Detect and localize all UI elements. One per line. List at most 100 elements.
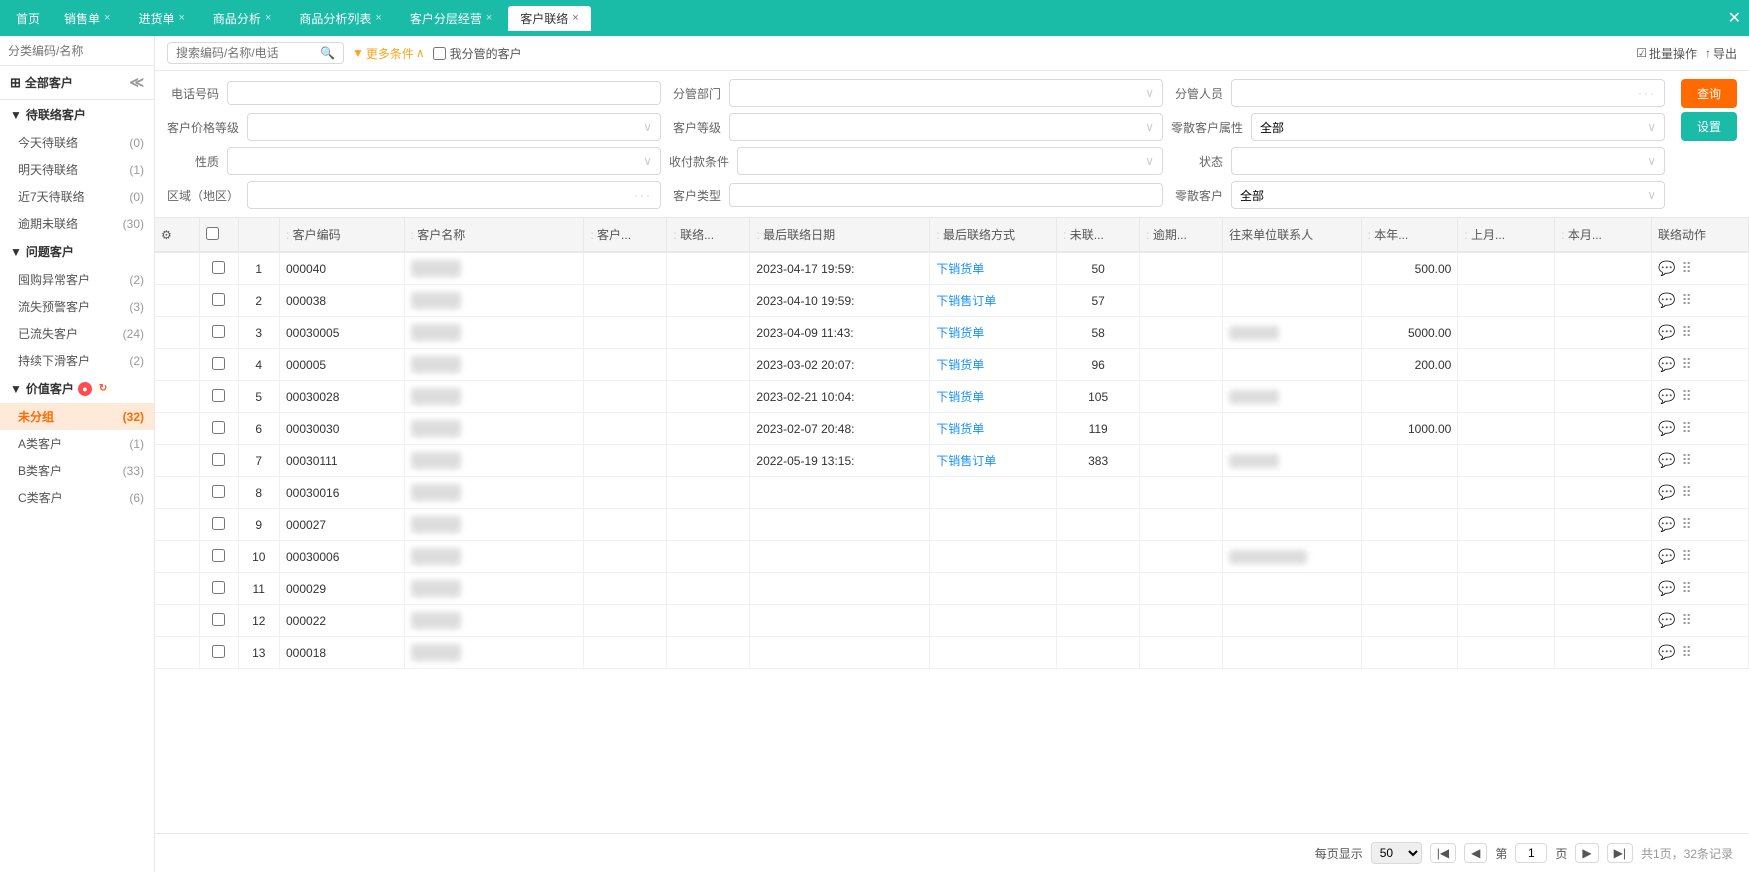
settings-column-header[interactable]: ⚙ bbox=[155, 218, 199, 252]
more-icon[interactable]: ⠿ bbox=[1681, 420, 1691, 437]
price-level-dropdown[interactable]: ∨ bbox=[247, 113, 661, 141]
product-analysis-list-close-icon[interactable]: × bbox=[375, 12, 381, 24]
row-last-method[interactable] bbox=[930, 637, 1057, 669]
sidebar-collapse-icon[interactable]: ≪ bbox=[129, 74, 144, 91]
value-refresh-icon[interactable]: ↻ bbox=[96, 383, 110, 394]
my-customers-check[interactable] bbox=[433, 47, 446, 60]
region-input[interactable]: ··· bbox=[247, 181, 661, 209]
more-icon[interactable]: ⠿ bbox=[1681, 260, 1691, 277]
type-column-header[interactable]: : 客户... bbox=[584, 218, 667, 252]
last-date-column-header[interactable]: : 最后联络日期 bbox=[750, 218, 930, 252]
row-checkbox-cell[interactable] bbox=[199, 285, 238, 317]
overdue-pending-item[interactable]: 逾期未联络 (30) bbox=[0, 210, 154, 237]
global-close-icon[interactable]: ✕ bbox=[1728, 8, 1741, 28]
row-action[interactable]: 💬 ⠿ bbox=[1652, 381, 1749, 413]
code-column-header[interactable]: : 客户编码 bbox=[280, 218, 405, 252]
sales-order-tab[interactable]: 销售单 × bbox=[52, 6, 122, 31]
row-last-method[interactable] bbox=[930, 509, 1057, 541]
tomorrow-pending-item[interactable]: 明天待联络 (1) bbox=[0, 156, 154, 183]
reset-button[interactable]: 设置 bbox=[1681, 112, 1737, 141]
row-checkbox-cell[interactable] bbox=[199, 637, 238, 669]
sidebar-search-input[interactable] bbox=[8, 44, 155, 58]
week-pending-item[interactable]: 近7天待联络 (0) bbox=[0, 183, 154, 210]
row-action[interactable]: 💬 ⠿ bbox=[1652, 252, 1749, 285]
row-checkbox[interactable] bbox=[212, 325, 225, 338]
row-checkbox[interactable] bbox=[212, 549, 225, 562]
checkbox-column-header[interactable] bbox=[199, 218, 238, 252]
name-column-header[interactable]: : 客户名称 bbox=[404, 218, 584, 252]
row-checkbox-cell[interactable] bbox=[199, 477, 238, 509]
main-search-input[interactable] bbox=[176, 46, 316, 60]
row-action[interactable]: 💬 ⠿ bbox=[1652, 541, 1749, 573]
retail-customer-dropdown[interactable]: 全部 ∨ bbox=[1231, 181, 1665, 209]
row-checkbox[interactable] bbox=[212, 613, 225, 626]
purchase-order-tab[interactable]: 进货单 × bbox=[126, 6, 196, 31]
value-customers-section[interactable]: ▼ 价值客户 ● ↻ bbox=[0, 374, 154, 403]
select-all-checkbox[interactable] bbox=[206, 227, 219, 240]
class-b-item[interactable]: B类客户 (33) bbox=[0, 457, 154, 484]
unit-contact-column-header[interactable]: 往来单位联系人 bbox=[1223, 218, 1361, 252]
chat-icon[interactable]: 💬 bbox=[1658, 612, 1675, 629]
row-checkbox-cell[interactable] bbox=[199, 252, 238, 285]
more-icon[interactable]: ⠿ bbox=[1681, 548, 1691, 565]
chat-icon[interactable]: 💬 bbox=[1658, 484, 1675, 501]
customer-contact-close-icon[interactable]: × bbox=[572, 12, 578, 24]
row-last-method[interactable]: 下销货单 bbox=[930, 317, 1057, 349]
more-icon[interactable]: ⠿ bbox=[1681, 484, 1691, 501]
today-pending-item[interactable]: 今天待联络 (0) bbox=[0, 129, 154, 156]
chat-icon[interactable]: 💬 bbox=[1658, 292, 1675, 309]
row-action[interactable]: 💬 ⠿ bbox=[1652, 413, 1749, 445]
row-checkbox-cell[interactable] bbox=[199, 413, 238, 445]
retail-attr-dropdown[interactable]: 全部 ∨ bbox=[1251, 113, 1665, 141]
last-page-btn[interactable]: ▶| bbox=[1607, 843, 1633, 863]
row-last-method[interactable] bbox=[930, 477, 1057, 509]
overdue-column-header[interactable]: : 逾期... bbox=[1140, 218, 1223, 252]
abnormal-purchase-item[interactable]: 囤购异常客户 (2) bbox=[0, 266, 154, 293]
chat-icon[interactable]: 💬 bbox=[1658, 516, 1675, 533]
more-icon[interactable]: ⠿ bbox=[1681, 612, 1691, 629]
query-button[interactable]: 查询 bbox=[1681, 79, 1737, 108]
more-icon[interactable]: ⠿ bbox=[1681, 292, 1691, 309]
chat-icon[interactable]: 💬 bbox=[1658, 644, 1675, 661]
customer-tier-close-icon[interactable]: × bbox=[486, 12, 492, 24]
contact-column-header[interactable]: : 联络... bbox=[667, 218, 750, 252]
home-tab[interactable]: 首页 bbox=[8, 6, 48, 31]
row-checkbox-cell[interactable] bbox=[199, 349, 238, 381]
ungrouped-item[interactable]: 未分组 (32) bbox=[0, 403, 154, 430]
row-checkbox-cell[interactable] bbox=[199, 541, 238, 573]
more-icon[interactable]: ⠿ bbox=[1681, 324, 1691, 341]
more-icon[interactable]: ⠿ bbox=[1681, 580, 1691, 597]
my-customers-checkbox[interactable]: 我分管的客户 bbox=[433, 45, 522, 62]
row-checkbox[interactable] bbox=[212, 293, 225, 306]
chat-icon[interactable]: 💬 bbox=[1658, 580, 1675, 597]
row-checkbox[interactable] bbox=[212, 581, 225, 594]
row-checkbox[interactable] bbox=[212, 421, 225, 434]
row-last-method[interactable]: 下销货单 bbox=[930, 381, 1057, 413]
next-page-btn[interactable]: ▶ bbox=[1575, 843, 1598, 863]
churn-warning-item[interactable]: 流失预警客户 (3) bbox=[0, 293, 154, 320]
row-checkbox[interactable] bbox=[212, 261, 225, 274]
more-icon[interactable]: ⠿ bbox=[1681, 452, 1691, 469]
row-last-method[interactable] bbox=[930, 541, 1057, 573]
row-checkbox[interactable] bbox=[212, 645, 225, 658]
more-icon[interactable]: ⠿ bbox=[1681, 356, 1691, 373]
this-year-column-header[interactable]: : 本年... bbox=[1361, 218, 1458, 252]
row-last-method[interactable] bbox=[930, 605, 1057, 637]
main-search-box[interactable]: 🔍 bbox=[167, 42, 344, 64]
export-btn[interactable]: ↑ 导出 bbox=[1705, 45, 1737, 62]
row-checkbox-cell[interactable] bbox=[199, 509, 238, 541]
row-last-method[interactable]: 下销货单 bbox=[930, 252, 1057, 285]
chat-icon[interactable]: 💬 bbox=[1658, 356, 1675, 373]
row-checkbox-cell[interactable] bbox=[199, 381, 238, 413]
this-month-column-header[interactable]: : 本月... bbox=[1555, 218, 1652, 252]
row-last-method[interactable] bbox=[930, 573, 1057, 605]
chat-icon[interactable]: 💬 bbox=[1658, 324, 1675, 341]
manager-input[interactable]: ··· bbox=[1231, 79, 1665, 107]
customer-level-dropdown[interactable]: ∨ bbox=[729, 113, 1163, 141]
first-page-btn[interactable]: |◀ bbox=[1430, 843, 1456, 863]
row-checkbox-cell[interactable] bbox=[199, 605, 238, 637]
more-icon[interactable]: ⠿ bbox=[1681, 516, 1691, 533]
more-icon[interactable]: ⠿ bbox=[1681, 388, 1691, 405]
class-a-item[interactable]: A类客户 (1) bbox=[0, 430, 154, 457]
row-action[interactable]: 💬 ⠿ bbox=[1652, 637, 1749, 669]
